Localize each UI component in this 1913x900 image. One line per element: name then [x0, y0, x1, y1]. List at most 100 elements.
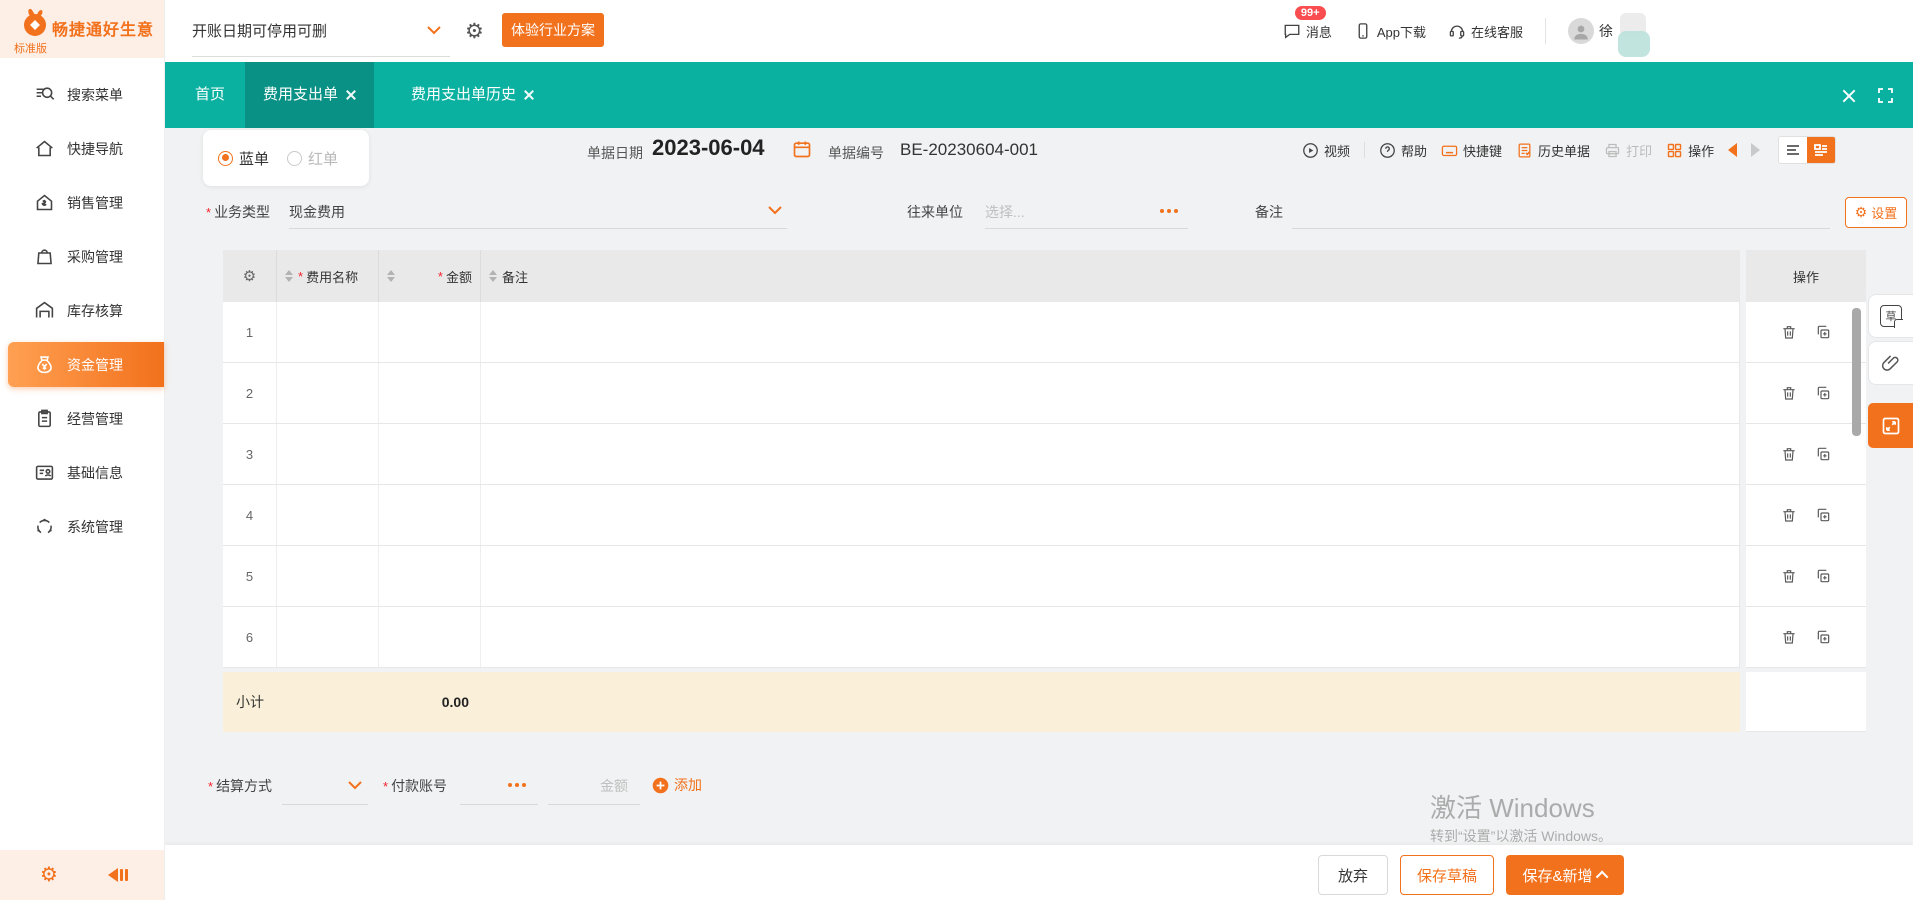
sidebar-item-sales[interactable]: 销售管理: [0, 180, 164, 225]
remark-cell[interactable]: [481, 363, 1740, 423]
tab-expense-voucher[interactable]: 费用支出单: [245, 62, 375, 128]
chevron-down-icon[interactable]: [768, 206, 782, 215]
business-type-value[interactable]: 现金费用: [289, 202, 345, 222]
calendar-icon[interactable]: [792, 139, 812, 159]
delete-row-icon[interactable]: [1781, 568, 1797, 584]
sidebar-item-operations[interactable]: 经营管理: [0, 396, 164, 441]
online-service-link[interactable]: 在线客服: [1448, 22, 1523, 41]
blue-voucher-radio[interactable]: 蓝单: [218, 148, 269, 169]
fullscreen-icon[interactable]: [1878, 87, 1893, 103]
sidebar-item-quick-nav[interactable]: 快捷导航: [0, 126, 164, 171]
remark-header[interactable]: 备注: [481, 250, 1740, 302]
gear-icon[interactable]: ⚙: [465, 19, 484, 44]
prev-doc-icon[interactable]: [1728, 143, 1738, 157]
delete-row-icon[interactable]: [1781, 446, 1797, 462]
expense-name-cell[interactable]: [277, 546, 379, 606]
tab-label: 费用支出单历史: [411, 86, 517, 103]
attachment-button[interactable]: [1868, 341, 1913, 385]
delete-row-icon[interactable]: [1781, 507, 1797, 523]
sidebar-item-funds[interactable]: 资金管理: [8, 342, 164, 387]
hotkeys-tool[interactable]: 快捷键: [1441, 141, 1502, 160]
copy-row-icon[interactable]: [1815, 629, 1831, 645]
form-view-icon[interactable]: [1807, 137, 1836, 163]
expense-name-cell[interactable]: [277, 485, 379, 545]
doc-date-value[interactable]: 2023-06-04: [652, 135, 765, 161]
remark-cell[interactable]: [481, 302, 1740, 362]
amount-placeholder[interactable]: 金额: [600, 776, 628, 796]
tab-expense-history[interactable]: 费用支出单历史: [393, 62, 552, 128]
partner-picker-ellipsis-icon[interactable]: [1160, 209, 1178, 213]
sort-icon[interactable]: [489, 270, 497, 282]
chevron-down-icon[interactable]: [348, 781, 362, 790]
history-doc-tool[interactable]: 历史单据: [1516, 141, 1590, 160]
copy-row-icon[interactable]: [1815, 568, 1831, 584]
settings-gear-icon[interactable]: ⚙: [40, 865, 58, 885]
expense-name-header[interactable]: * 费用名称: [277, 250, 379, 302]
expense-name-cell[interactable]: [277, 302, 379, 362]
amount-cell[interactable]: [379, 424, 481, 484]
amount-header[interactable]: * 金额: [379, 250, 481, 302]
sort-icon[interactable]: [387, 270, 395, 282]
tab-home[interactable]: 首页: [177, 62, 243, 128]
print-tool[interactable]: 打印: [1604, 141, 1652, 160]
table-scrollbar-thumb[interactable]: [1852, 308, 1861, 436]
expand-button[interactable]: [1868, 403, 1913, 448]
id-card-icon: [34, 462, 55, 483]
sidebar-item-purchase[interactable]: 采购管理: [0, 234, 164, 279]
copy-row-icon[interactable]: [1815, 324, 1831, 340]
copy-row-icon[interactable]: [1815, 446, 1831, 462]
next-doc-icon[interactable]: [1751, 143, 1761, 157]
close-tab-icon[interactable]: [524, 90, 534, 100]
remark-cell[interactable]: [481, 424, 1740, 484]
delete-row-icon[interactable]: [1781, 629, 1797, 645]
copy-row-icon[interactable]: [1815, 507, 1831, 523]
amount-cell[interactable]: [379, 363, 481, 423]
table-row: 2: [223, 363, 1740, 424]
remark-cell[interactable]: [481, 485, 1740, 545]
partner-placeholder[interactable]: 选择...: [985, 202, 1025, 222]
amount-cell[interactable]: [379, 302, 481, 362]
close-tab-icon[interactable]: [346, 90, 356, 100]
help-tool[interactable]: 帮助: [1379, 141, 1427, 160]
user-account[interactable]: 徐: [1568, 5, 1650, 57]
expense-name-cell[interactable]: [277, 607, 379, 667]
amount-underline[interactable]: [548, 804, 640, 805]
account-period-selector[interactable]: 开账日期可停用可删: [192, 20, 327, 41]
amount-cell[interactable]: [379, 485, 481, 545]
delete-row-icon[interactable]: [1781, 385, 1797, 401]
actions-tool[interactable]: 操作: [1666, 141, 1714, 160]
save-and-new-button[interactable]: 保存&新增: [1506, 855, 1624, 895]
remark-cell[interactable]: [481, 546, 1740, 606]
discard-button[interactable]: 放弃: [1318, 855, 1388, 895]
chevron-down-icon[interactable]: [427, 26, 441, 35]
expense-name-cell[interactable]: [277, 363, 379, 423]
copy-row-icon[interactable]: [1815, 385, 1831, 401]
amount-cell[interactable]: [379, 546, 481, 606]
draft-panel-button[interactable]: 草: [1868, 294, 1913, 338]
collapse-sidebar-icon[interactable]: [108, 868, 128, 882]
sidebar-item-search-menu[interactable]: 搜索菜单: [0, 72, 164, 117]
video-tool[interactable]: 视频: [1302, 141, 1350, 160]
add-settlement-button[interactable]: 添加: [652, 775, 702, 795]
sidebar-item-inventory[interactable]: 库存核算: [0, 288, 164, 333]
paperclip-icon: [1881, 355, 1899, 371]
delete-row-icon[interactable]: [1781, 324, 1797, 340]
messages-link[interactable]: 99+ 消息: [1283, 5, 1332, 41]
settlement-underline[interactable]: [282, 804, 368, 805]
amount-cell[interactable]: [379, 607, 481, 667]
save-draft-button[interactable]: 保存草稿: [1400, 855, 1494, 895]
close-icon[interactable]: [1842, 88, 1856, 102]
remark-cell[interactable]: [481, 607, 1740, 667]
red-voucher-radio[interactable]: 红单: [287, 148, 338, 169]
sidebar-item-system[interactable]: 系统管理: [0, 504, 164, 549]
try-industry-solution-button[interactable]: 体验行业方案: [502, 13, 604, 47]
expense-name-cell[interactable]: [277, 424, 379, 484]
column-settings-button[interactable]: ⚙ 设置: [1845, 197, 1907, 228]
app-download-link[interactable]: App下载: [1354, 22, 1426, 41]
sidebar-item-basic-info[interactable]: 基础信息: [0, 450, 164, 495]
pay-account-underline[interactable]: [460, 804, 538, 805]
column-config-header[interactable]: ⚙: [223, 250, 277, 302]
sort-icon[interactable]: [285, 270, 293, 282]
list-view-icon[interactable]: [1779, 137, 1808, 163]
account-picker-ellipsis-icon[interactable]: [508, 783, 526, 787]
